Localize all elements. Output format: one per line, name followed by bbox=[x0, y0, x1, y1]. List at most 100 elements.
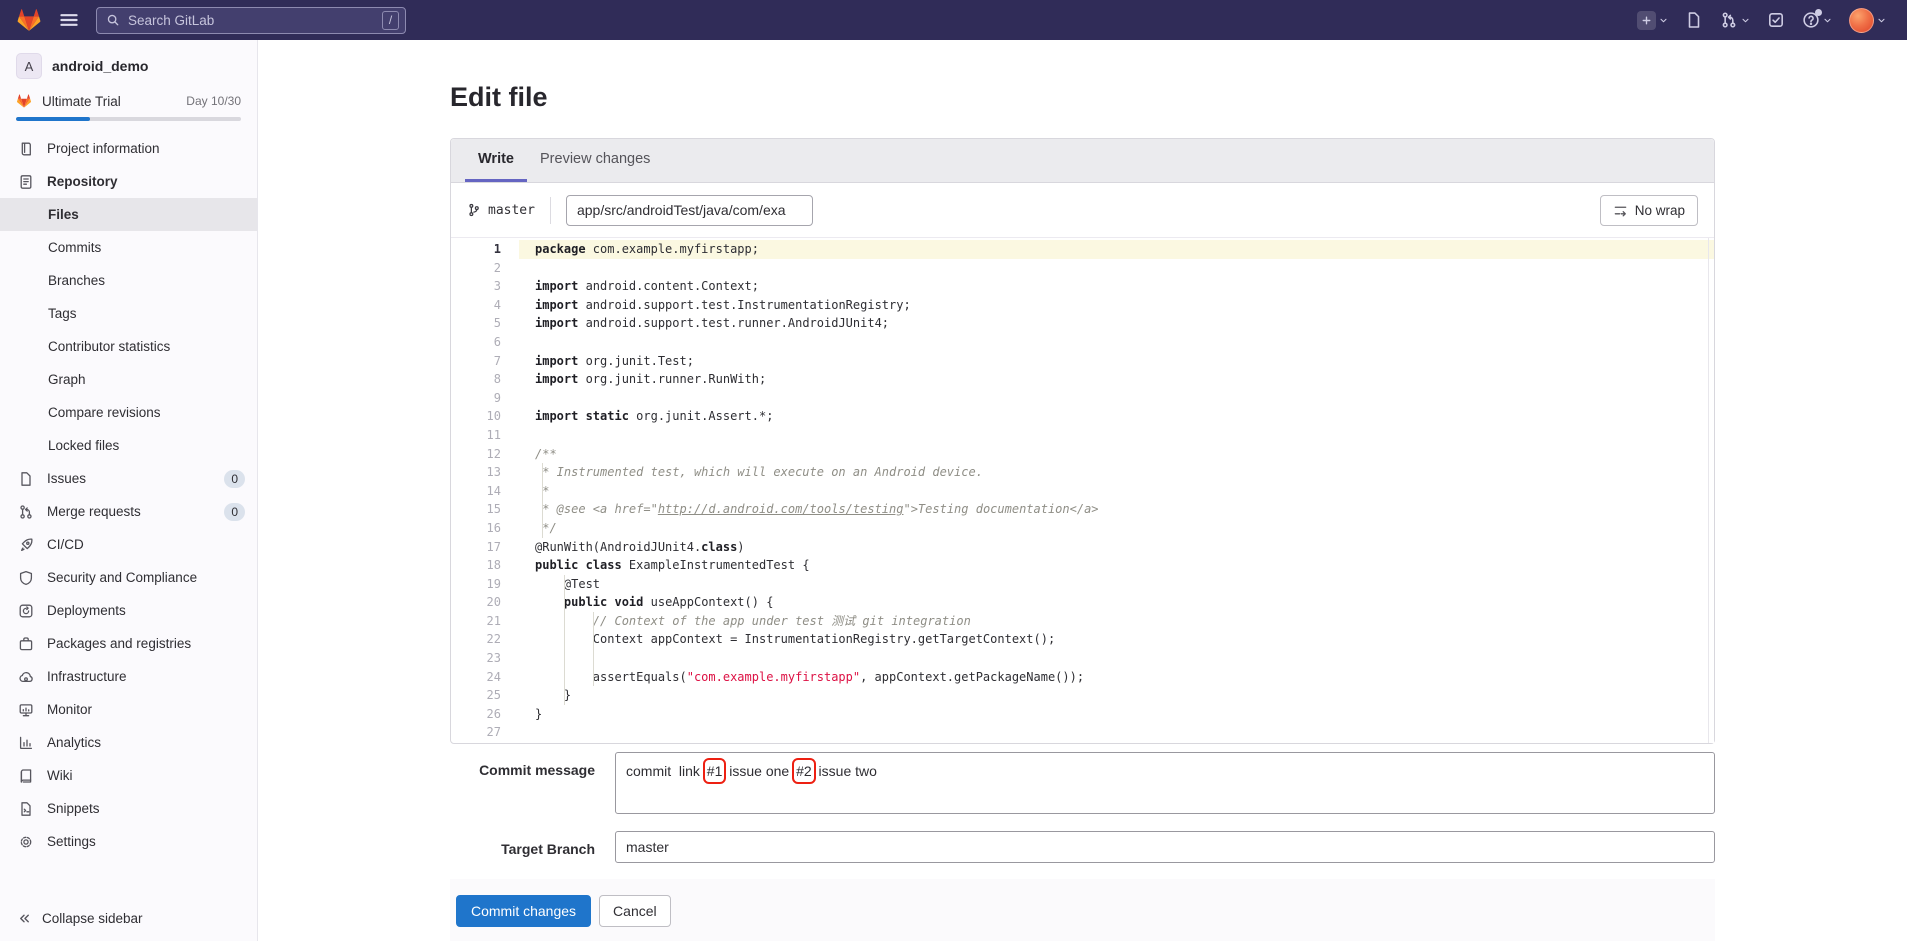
code-line-4: 4 import android.support.test.Instrumenta… bbox=[451, 296, 1714, 315]
line-number: 26 bbox=[486, 706, 501, 721]
sidebar-item-graph[interactable]: Graph bbox=[0, 363, 257, 396]
code-line-18: 18 public class ExampleInstrumentedTest { bbox=[451, 556, 1714, 575]
target-branch-label: Target Branch bbox=[501, 841, 595, 858]
issues-icon bbox=[18, 471, 34, 487]
line-number: 17 bbox=[486, 539, 501, 554]
sidebar-item-merge-requests[interactable]: Merge requests 0 bbox=[0, 495, 257, 528]
wiki-icon bbox=[18, 768, 34, 784]
project-context-header[interactable]: A android_demo bbox=[0, 40, 257, 85]
commit-message-text: commit link bbox=[626, 763, 704, 780]
sidebar-item-monitor[interactable]: Monitor bbox=[0, 693, 257, 726]
sidebar-item-wiki[interactable]: Wiki bbox=[0, 759, 257, 792]
sidebar-item-settings[interactable]: Settings bbox=[0, 825, 257, 858]
code-text: import static org.junit.Assert.*; bbox=[535, 409, 774, 424]
target-branch-input[interactable]: master bbox=[615, 831, 1715, 864]
deployments-icon bbox=[18, 603, 34, 619]
code-editor[interactable]: 1 package com.example.myfirstapp; 2 3 import… bbox=[451, 237, 1714, 744]
indent-guide bbox=[592, 667, 594, 687]
editor-tabs: Write Preview changes bbox=[451, 139, 1714, 183]
sidebar-item-label: Graph bbox=[48, 372, 86, 387]
sidebar-item-label: Compare revisions bbox=[48, 405, 161, 420]
main-content: Edit file Write Preview changes master a… bbox=[258, 0, 1907, 941]
plus-menu-icon bbox=[1637, 10, 1656, 30]
sidebar-item-label: Security and Compliance bbox=[47, 570, 198, 585]
gitlab-logo[interactable] bbox=[16, 7, 42, 33]
sidebar-item-issues[interactable]: Issues 0 bbox=[0, 462, 257, 495]
search-icon bbox=[106, 13, 120, 27]
sidebar-item-infrastructure[interactable]: Infrastructure bbox=[0, 660, 257, 693]
infrastructure-icon bbox=[18, 669, 34, 685]
cancel-button[interactable]: Cancel bbox=[599, 895, 671, 928]
code-line-22: 22 Context appContext = InstrumentationR… bbox=[451, 630, 1714, 650]
sidebar-item-analytics[interactable]: Analytics bbox=[0, 726, 257, 759]
sidebar-item-branches[interactable]: Branches bbox=[0, 264, 257, 297]
trial-status[interactable]: Ultimate Trial Day 10/30 bbox=[0, 85, 257, 109]
code-line-16: 16 */ bbox=[451, 518, 1714, 538]
merge-requests-shortcut-button[interactable] bbox=[1715, 7, 1755, 33]
sidebar-item-snippets[interactable]: Snippets bbox=[0, 792, 257, 825]
analytics-icon bbox=[18, 735, 34, 751]
branch-icon bbox=[467, 203, 481, 217]
commit-message-text: issue one bbox=[725, 763, 794, 780]
tab-write[interactable]: Write bbox=[465, 139, 527, 182]
trial-day-counter: Day 10/30 bbox=[186, 94, 241, 108]
line-number: 21 bbox=[486, 613, 501, 628]
sidebar-item-deployments[interactable]: Deployments bbox=[0, 594, 257, 627]
code-line-5: 5 import android.support.test.runner.Andr… bbox=[451, 314, 1714, 333]
sidebar-item-project-information[interactable]: Project information bbox=[0, 132, 257, 165]
sidebar-item-ci-cd[interactable]: CI/CD bbox=[0, 528, 257, 561]
count-badge: 0 bbox=[224, 502, 245, 521]
merge-requests-shortcut-icon bbox=[1720, 11, 1738, 29]
todos-button[interactable] bbox=[1762, 7, 1790, 33]
commit-message-textarea[interactable]: commit link #1 issue one #2 issue two bbox=[615, 752, 1715, 815]
line-number: 9 bbox=[493, 390, 501, 405]
branch-ref[interactable]: master bbox=[467, 203, 535, 218]
collapse-sidebar-label: Collapse sidebar bbox=[42, 910, 143, 926]
count-badge: 0 bbox=[224, 469, 245, 488]
sidebar-item-label: Merge requests bbox=[47, 504, 141, 519]
sidebar-item-contributor-statistics[interactable]: Contributor statistics bbox=[0, 330, 257, 363]
tab-preview-changes[interactable]: Preview changes bbox=[527, 139, 663, 182]
code-text: package com.example.myfirstapp; bbox=[519, 240, 1714, 259]
issues-shortcut-button[interactable] bbox=[1680, 7, 1708, 33]
indent-guide bbox=[542, 500, 544, 519]
code-text bbox=[519, 649, 1714, 668]
line-number: 2 bbox=[493, 260, 501, 275]
code-line-14: 14 * bbox=[451, 481, 1714, 501]
sidebar-item-label: Monitor bbox=[47, 702, 93, 717]
no-wrap-button[interactable]: No wrap bbox=[1599, 194, 1698, 226]
chevron-down-icon bbox=[1823, 16, 1832, 25]
indent-guide bbox=[542, 481, 544, 501]
collapse-sidebar-button[interactable]: Collapse sidebar bbox=[0, 895, 257, 941]
sidebar-item-locked-files[interactable]: Locked files bbox=[0, 429, 257, 462]
no-wrap-label: No wrap bbox=[1634, 202, 1685, 218]
line-number: 16 bbox=[486, 520, 501, 535]
indent-guide bbox=[592, 649, 594, 668]
indent-guide bbox=[563, 611, 565, 631]
editor-right-strip bbox=[1708, 238, 1714, 744]
code-text: import android.support.test.Instrumentat… bbox=[535, 297, 911, 312]
search-input[interactable]: Search GitLab / bbox=[96, 6, 406, 34]
plus-menu-button[interactable] bbox=[1632, 7, 1673, 34]
commit-changes-button[interactable]: Commit changes bbox=[456, 895, 592, 928]
hamburger-menu-icon[interactable] bbox=[58, 9, 80, 31]
help-menu-button[interactable] bbox=[1797, 7, 1837, 33]
file-path-input[interactable]: app/src/androidTest/java/com/exa bbox=[565, 194, 813, 226]
line-number: 7 bbox=[493, 353, 501, 368]
sidebar-item-files[interactable]: Files bbox=[0, 198, 257, 231]
code-line-17: 17 @RunWith(AndroidJUnit4.class) bbox=[451, 538, 1714, 557]
sidebar-item-tags[interactable]: Tags bbox=[0, 297, 257, 330]
code-line-26: 26} bbox=[451, 705, 1714, 724]
sidebar-item-repository[interactable]: Repository bbox=[0, 165, 257, 198]
sidebar-item-packages-and-registries[interactable]: Packages and registries bbox=[0, 627, 257, 660]
user-menu-button[interactable] bbox=[1844, 4, 1891, 37]
sidebar-item-compare-revisions[interactable]: Compare revisions bbox=[0, 396, 257, 429]
sidebar-item-commits[interactable]: Commits bbox=[0, 231, 257, 264]
line-number: 10 bbox=[486, 409, 501, 424]
notification-dot bbox=[1815, 9, 1822, 16]
code-text: public void useAppContext() { bbox=[519, 593, 1714, 612]
indent-guide bbox=[592, 630, 594, 650]
merge-request-icon bbox=[18, 504, 34, 520]
sidebar-item-security-and-compliance[interactable]: Security and Compliance bbox=[0, 561, 257, 594]
